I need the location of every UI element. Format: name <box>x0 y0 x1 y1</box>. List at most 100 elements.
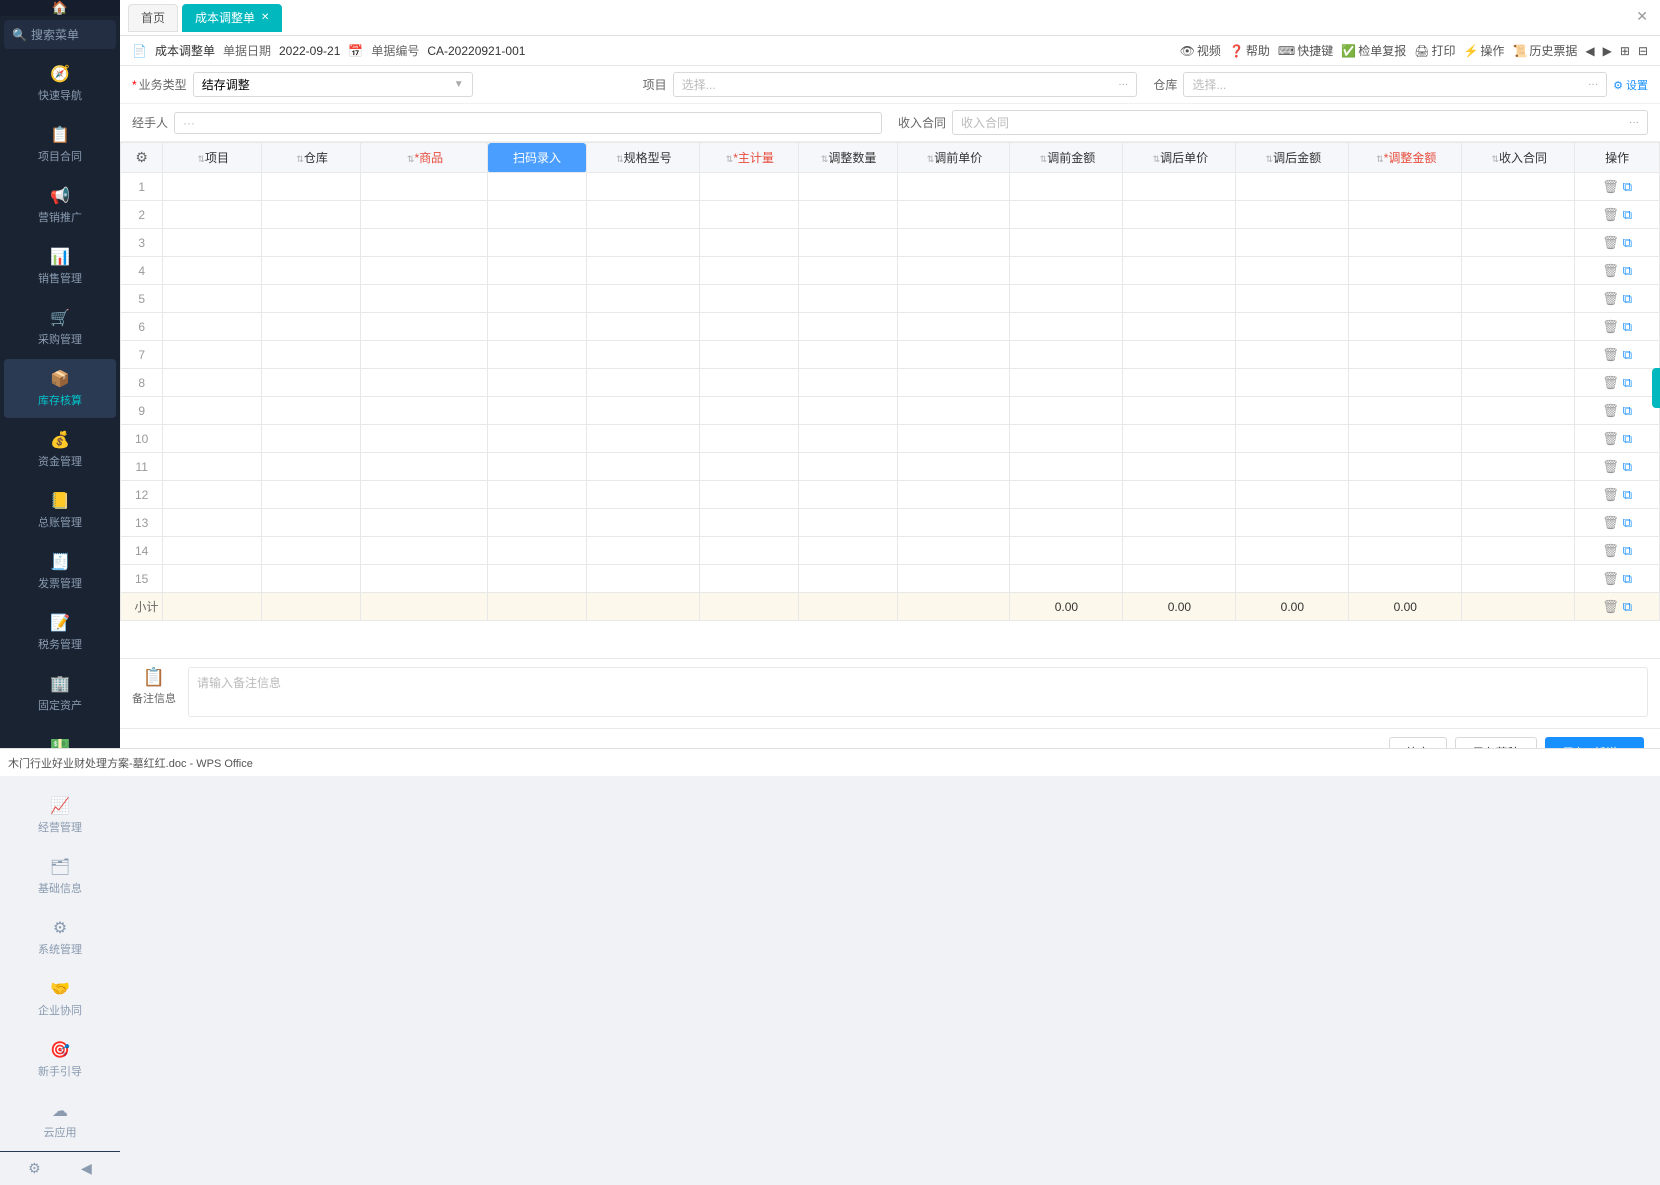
sidebar-item-ledger-mgmt[interactable]: 📒 总账管理 <box>4 481 116 540</box>
row-post-price[interactable] <box>1123 425 1236 453</box>
row-unit[interactable] <box>699 537 798 565</box>
row-pre-price[interactable] <box>897 453 1010 481</box>
table-settings-icon[interactable]: ⚙ <box>135 149 148 165</box>
row-post-amount[interactable] <box>1236 341 1349 369</box>
delete-row-icon[interactable]: 🗑 <box>1602 375 1619 391</box>
delete-row-icon[interactable]: 🗑 <box>1602 403 1619 419</box>
sidebar-item-finance-mgmt[interactable]: 💰 资金管理 <box>4 420 116 479</box>
row-adj-amount[interactable] <box>1349 453 1462 481</box>
sidebar-item-beginner-guide[interactable]: 🎯 新手引导 <box>4 1030 116 1089</box>
row-product[interactable] <box>361 313 488 341</box>
row-scan[interactable] <box>488 453 587 481</box>
row-product[interactable] <box>361 453 488 481</box>
row-post-price[interactable] <box>1123 369 1236 397</box>
copy-row-icon[interactable]: ⧉ <box>1623 347 1632 363</box>
collapse-btn[interactable]: ⊟ <box>1638 44 1648 58</box>
history-btn[interactable]: 📜 历史票据 <box>1512 42 1577 59</box>
row-warehouse[interactable] <box>262 481 361 509</box>
row-warehouse[interactable] <box>262 369 361 397</box>
row-unit[interactable] <box>699 257 798 285</box>
row-qty[interactable] <box>798 341 897 369</box>
biz-type-select[interactable]: 结存调整 ▼ <box>193 72 473 97</box>
row-pre-price[interactable] <box>897 313 1010 341</box>
note-input[interactable]: 请输入备注信息 <box>188 667 1648 717</box>
row-income-contract[interactable] <box>1462 397 1575 425</box>
row-income-contract[interactable] <box>1462 537 1575 565</box>
row-product[interactable] <box>361 509 488 537</box>
row-scan[interactable] <box>488 257 587 285</box>
row-post-price[interactable] <box>1123 537 1236 565</box>
row-pre-price[interactable] <box>897 369 1010 397</box>
sidebar-item-basic-info[interactable]: 🗂 基础信息 <box>4 847 116 906</box>
row-income-contract[interactable] <box>1462 369 1575 397</box>
nav-next-btn[interactable]: ▶ <box>1603 44 1612 58</box>
row-warehouse[interactable] <box>262 341 361 369</box>
row-product[interactable] <box>361 537 488 565</box>
copy-row-icon[interactable]: ⧉ <box>1623 459 1632 475</box>
row-post-price[interactable] <box>1123 397 1236 425</box>
delete-row-icon[interactable]: 🗑 <box>1602 263 1619 279</box>
delete-row-icon[interactable]: 🗑 <box>1602 459 1619 475</box>
row-pre-amount[interactable] <box>1010 201 1123 229</box>
row-qty[interactable] <box>798 313 897 341</box>
row-income-contract[interactable] <box>1462 509 1575 537</box>
row-adj-amount[interactable] <box>1349 173 1462 201</box>
row-warehouse[interactable] <box>262 509 361 537</box>
row-unit[interactable] <box>699 341 798 369</box>
row-adj-amount[interactable] <box>1349 565 1462 593</box>
copy-row-icon[interactable]: ⧉ <box>1623 179 1632 195</box>
row-unit[interactable] <box>699 453 798 481</box>
copy-row-icon[interactable]: ⧉ <box>1623 207 1632 223</box>
delete-row-icon[interactable]: 🗑 <box>1602 431 1619 447</box>
sidebar-collapse-icon[interactable]: ◀ <box>81 1160 92 1177</box>
row-spec[interactable] <box>586 313 699 341</box>
row-project[interactable] <box>163 537 262 565</box>
row-income-contract[interactable] <box>1462 173 1575 201</box>
row-qty[interactable] <box>798 201 897 229</box>
row-project[interactable] <box>163 481 262 509</box>
row-product[interactable] <box>361 565 488 593</box>
sort-icon[interactable]: ⇅ <box>1266 154 1274 164</box>
row-warehouse[interactable] <box>262 285 361 313</box>
row-post-price[interactable] <box>1123 229 1236 257</box>
row-project[interactable] <box>163 453 262 481</box>
copy-row-icon[interactable]: ⧉ <box>1623 319 1632 335</box>
row-adj-amount[interactable] <box>1349 369 1462 397</box>
sort-icon[interactable]: ⇅ <box>927 154 935 164</box>
row-pre-amount[interactable] <box>1010 537 1123 565</box>
row-pre-price[interactable] <box>897 509 1010 537</box>
row-income-contract[interactable] <box>1462 453 1575 481</box>
sort-icon[interactable]: ⇅ <box>821 154 829 164</box>
row-pre-price[interactable] <box>897 173 1010 201</box>
row-post-amount[interactable] <box>1236 453 1349 481</box>
delete-row-icon[interactable]: 🗑 <box>1602 347 1619 363</box>
sidebar-search[interactable]: 🔍 搜索菜单 <box>4 20 116 49</box>
row-unit[interactable] <box>699 285 798 313</box>
row-spec[interactable] <box>586 229 699 257</box>
row-unit[interactable] <box>699 201 798 229</box>
sort-icon[interactable]: ⇅ <box>726 154 734 164</box>
row-post-amount[interactable] <box>1236 397 1349 425</box>
row-project[interactable] <box>163 257 262 285</box>
row-unit[interactable] <box>699 481 798 509</box>
handler-field[interactable]: ··· <box>174 112 882 134</box>
row-unit[interactable] <box>699 425 798 453</box>
row-warehouse[interactable] <box>262 453 361 481</box>
row-warehouse[interactable] <box>262 229 361 257</box>
row-income-contract[interactable] <box>1462 313 1575 341</box>
row-income-contract[interactable] <box>1462 229 1575 257</box>
check-review-btn[interactable]: ✅ 检单复报 <box>1341 42 1406 59</box>
row-project[interactable] <box>163 565 262 593</box>
row-post-price[interactable] <box>1123 173 1236 201</box>
row-adj-amount[interactable] <box>1349 229 1462 257</box>
row-adj-amount[interactable] <box>1349 201 1462 229</box>
row-product[interactable] <box>361 397 488 425</box>
row-warehouse[interactable] <box>262 201 361 229</box>
row-scan[interactable] <box>488 565 587 593</box>
row-post-amount[interactable] <box>1236 481 1349 509</box>
row-product[interactable] <box>361 481 488 509</box>
ops-btn[interactable]: ⚡ 操作 <box>1463 42 1504 59</box>
row-scan[interactable] <box>488 369 587 397</box>
row-qty[interactable] <box>798 397 897 425</box>
row-post-price[interactable] <box>1123 313 1236 341</box>
